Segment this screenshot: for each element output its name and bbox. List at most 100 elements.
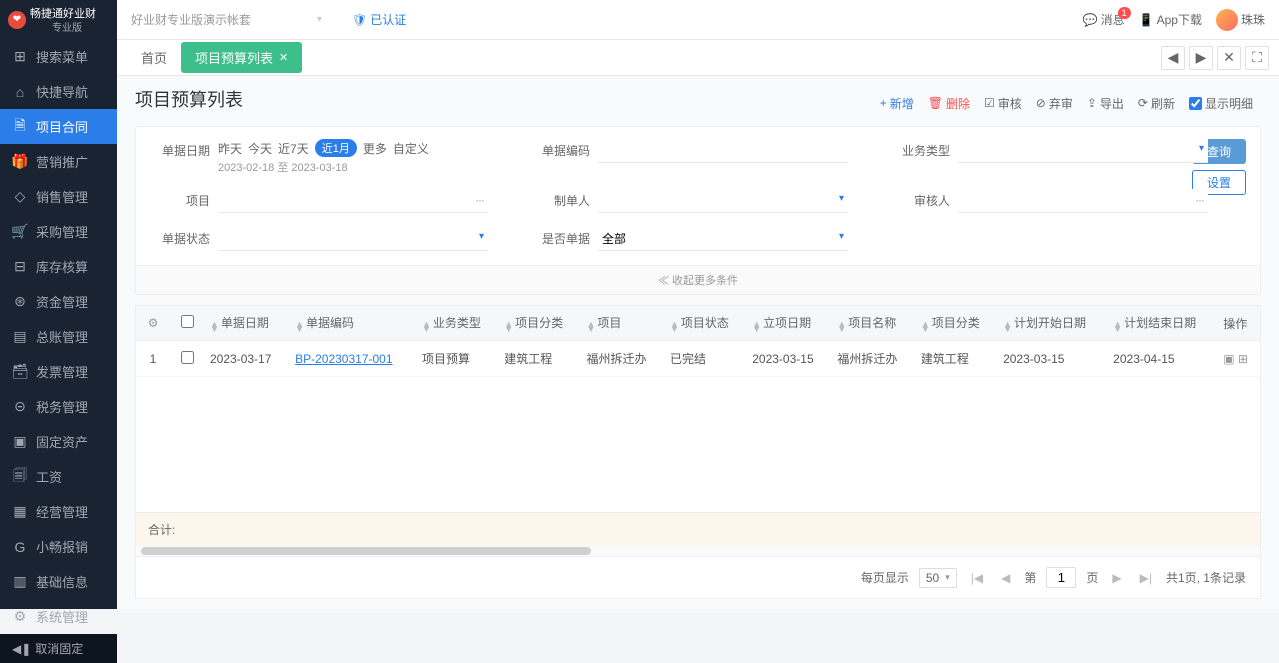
cell-name: 福州拆迁办 (831, 341, 915, 377)
chevron-down-icon[interactable]: ▾ (839, 231, 844, 242)
table-row[interactable]: 1 2023-03-17 BP-20230317-001 项目预算 建筑工程 福… (136, 341, 1260, 377)
sidebar-item-16[interactable]: ⚙ 系统管理 (0, 599, 117, 634)
preset-more[interactable]: 更多 (363, 140, 387, 157)
sort-icon[interactable]: ▲▼ (670, 322, 679, 332)
detail-checkbox[interactable] (1189, 97, 1202, 110)
sidebar-item-7[interactable]: ⊛资金管理 (0, 284, 117, 319)
preset-today[interactable]: 今天 (248, 140, 272, 157)
preset-1month[interactable]: 近1月 (315, 139, 357, 157)
tab-home[interactable]: 首页 (127, 42, 181, 73)
doc-code-link[interactable]: BP-20230317-001 (295, 352, 392, 366)
sidebar-item-label: 发票管理 (36, 362, 88, 381)
export-button[interactable]: ⇪导出 (1087, 95, 1124, 112)
sort-icon[interactable]: ▲▼ (837, 322, 846, 332)
more-icon[interactable]: ··· (1195, 193, 1204, 207)
account-selector[interactable]: 好业财专业版演示帐套 ▾ (131, 11, 322, 28)
sidebar-item-5[interactable]: 🛒采购管理 (0, 214, 117, 249)
biztype-input[interactable] (958, 139, 1208, 163)
toolbar: +新增 🗑删除 ☑审核 ⊘弃审 ⇪导出 ⟳刷新 显示明细 (872, 91, 1261, 116)
more-icon[interactable]: ··· (475, 193, 484, 207)
topbar: 好业财专业版演示帐套 ▾ 🛡 已认证 💬 消息 1 📱 App下载 (117, 0, 1279, 40)
show-detail-toggle[interactable]: 显示明细 (1189, 95, 1253, 112)
filter-project-label: 项目 (154, 189, 210, 209)
last-page-button[interactable]: ▶| (1136, 571, 1156, 585)
preset-custom[interactable]: 自定义 (393, 140, 429, 157)
per-page-select[interactable]: 50 ▾ (919, 568, 957, 588)
sidebar-item-12[interactable]: 🗐工资 (0, 459, 117, 494)
account-name: 好业财专业版演示帐套 (131, 11, 251, 28)
sidebar-item-13[interactable]: ▦经营管理 (0, 494, 117, 529)
chevron-down-icon[interactable]: ▾ (839, 193, 844, 204)
sidebar-pin-toggle[interactable]: ◀❚ 取消固定 (0, 634, 117, 663)
prev-page-button[interactable]: ◀ (997, 571, 1014, 585)
code-input[interactable] (598, 139, 848, 163)
sort-icon[interactable]: ▲▼ (752, 322, 761, 332)
chat-icon: 💬 (1083, 13, 1098, 27)
sidebar-item-6[interactable]: ⊟库存核算 (0, 249, 117, 284)
delete-button[interactable]: 🗑删除 (928, 95, 970, 112)
plus-icon: + (880, 96, 887, 110)
sort-icon[interactable]: ▲▼ (586, 322, 595, 332)
project-input[interactable] (218, 189, 488, 213)
sidebar-item-9[interactable]: 🗃发票管理 (0, 354, 117, 389)
auditor-input[interactable] (958, 189, 1208, 213)
user-menu[interactable]: 珠珠 (1216, 9, 1265, 31)
row-action-qr-icon[interactable]: ⊞ (1238, 352, 1248, 366)
tab-budget-list[interactable]: 项目预算列表 ✕ (181, 42, 302, 73)
fullscreen-button[interactable]: ⛶ (1245, 46, 1269, 70)
preset-7days[interactable]: 近7天 (278, 140, 309, 157)
row-action-view-icon[interactable]: ▣ (1223, 352, 1234, 366)
page-input[interactable] (1046, 567, 1076, 588)
sort-icon[interactable]: ▲▼ (921, 322, 930, 332)
row-checkbox[interactable] (181, 351, 194, 364)
sidebar-item-14[interactable]: G小畅报销 (0, 529, 117, 564)
chevron-down-icon[interactable]: ▾ (1199, 143, 1204, 154)
sidebar-item-1[interactable]: ⌂快捷导航 (0, 74, 117, 109)
chevron-down-icon[interactable]: ▾ (479, 231, 484, 242)
sidebar-item-11[interactable]: ▣固定资产 (0, 424, 117, 459)
select-all-checkbox[interactable] (181, 315, 194, 328)
sidebar-item-4[interactable]: ◇销售管理 (0, 179, 117, 214)
app-download-button[interactable]: 📱 App下载 (1139, 11, 1202, 28)
single-input[interactable] (598, 227, 848, 251)
sort-icon[interactable]: ▲▼ (504, 322, 513, 332)
tabbar: 首页 项目预算列表 ✕ ◀ ▶ ✕ ⛶ (117, 40, 1279, 76)
sort-icon[interactable]: ▲▼ (422, 322, 431, 332)
sidebar-item-0[interactable]: ⊞搜索菜单 (0, 39, 117, 74)
sort-icon[interactable]: ▲▼ (1003, 322, 1012, 332)
filter-date-label: 单据日期 (154, 139, 210, 159)
sidebar-icon: ▤ (12, 329, 28, 345)
sidebar-item-3[interactable]: 🎁营销推广 (0, 144, 117, 179)
add-button[interactable]: +新增 (880, 95, 914, 112)
sort-icon[interactable]: ▲▼ (210, 322, 219, 332)
tab-prev-button[interactable]: ◀ (1161, 46, 1185, 70)
sidebar-icon: ⚙ (12, 609, 28, 625)
sidebar-item-8[interactable]: ▤总账管理 (0, 319, 117, 354)
date-presets: 昨天 今天 近7天 近1月 更多 自定义 (218, 139, 429, 157)
preset-yesterday[interactable]: 昨天 (218, 140, 242, 157)
audit-button[interactable]: ☑审核 (984, 95, 1022, 112)
close-icon[interactable]: ✕ (279, 51, 288, 64)
discard-button[interactable]: ⊘弃审 (1036, 95, 1073, 112)
avatar (1216, 9, 1238, 31)
sidebar-item-label: 库存核算 (36, 257, 88, 276)
sidebar-item-label: 系统管理 (36, 607, 88, 626)
sidebar-item-15[interactable]: ▥基础信息 (0, 564, 117, 599)
sort-icon[interactable]: ▲▼ (1113, 322, 1122, 332)
sort-icon[interactable]: ▲▼ (295, 322, 304, 332)
first-page-button[interactable]: |◀ (967, 571, 987, 585)
horizontal-scrollbar[interactable] (136, 546, 1260, 556)
sidebar-item-2[interactable]: 🗎项目合同 (0, 109, 117, 144)
maker-input[interactable] (598, 189, 848, 213)
cell-plan-end: 2023-04-15 (1107, 341, 1217, 377)
next-page-button[interactable]: ▶ (1108, 571, 1125, 585)
status-input[interactable] (218, 227, 488, 251)
sidebar-item-10[interactable]: ⊝税务管理 (0, 389, 117, 424)
collapse-filters-button[interactable]: ≪ 收起更多条件 (136, 265, 1260, 294)
messages-button[interactable]: 💬 消息 1 (1083, 11, 1125, 28)
tab-next-button[interactable]: ▶ (1189, 46, 1213, 70)
gear-icon[interactable]: ⚙ (148, 316, 159, 330)
tab-close-all-button[interactable]: ✕ (1217, 46, 1241, 70)
refresh-button[interactable]: ⟳刷新 (1138, 95, 1175, 112)
sidebar-item-label: 搜索菜单 (36, 47, 88, 66)
